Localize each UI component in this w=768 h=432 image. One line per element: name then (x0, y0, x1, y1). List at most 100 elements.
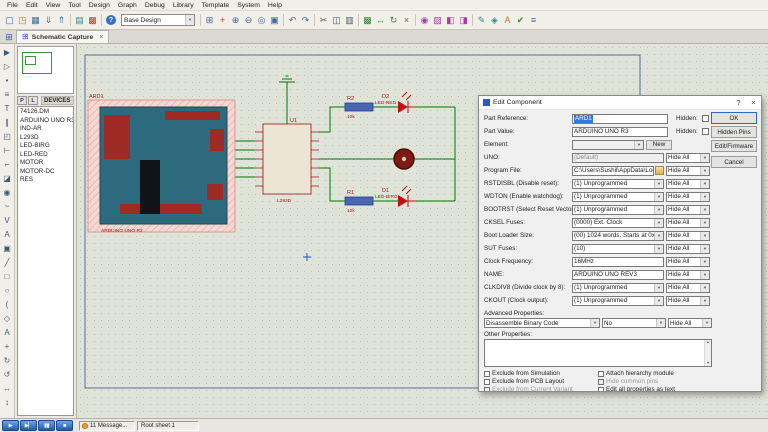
resistor-r2[interactable]: R2 10k (344, 96, 374, 120)
new-project-icon[interactable]: ▢ (4, 14, 15, 27)
stop-button[interactable]: ■ (56, 420, 73, 431)
component-mode-icon[interactable]: ▷ (1, 60, 14, 73)
voltage-probe-mode-icon[interactable]: V (1, 214, 14, 227)
undo-icon[interactable]: ↶ (287, 14, 298, 27)
property-value-select[interactable]: (00) 1024 words. Starts at 0x1C00▾ (572, 230, 664, 241)
2d-path-mode-icon[interactable]: ◇ (1, 312, 14, 325)
scroll-down-icon[interactable]: ▼ (706, 361, 709, 366)
redo-icon[interactable]: ↷ (300, 14, 311, 27)
advanced-property-select[interactable]: Disassemble Binary Code ▾ (484, 318, 600, 328)
2d-arc-mode-icon[interactable]: ( (1, 298, 14, 311)
close-icon[interactable]: × (99, 34, 103, 41)
save-project-icon[interactable]: ▦ (30, 14, 41, 27)
menu-item[interactable]: Help (264, 2, 286, 9)
arduino-component[interactable]: ARD1 ARDUINO UNO R3 (87, 94, 236, 234)
2d-circle-mode-icon[interactable]: ○ (1, 284, 14, 297)
property-value-select[interactable]: (1) Unprogrammed ▾ (572, 282, 664, 293)
selection-mode-icon[interactable]: ▶ (1, 46, 14, 59)
device-list-item[interactable]: 74126.DM (18, 108, 73, 117)
hide-all-select[interactable]: Hide All ▾ (666, 178, 710, 189)
pick-parts-icon[interactable]: ◉ (419, 14, 430, 27)
dialog-checkbox[interactable]: Attach hierarchy module (598, 370, 712, 377)
ground-terminal[interactable] (279, 75, 295, 124)
dialog-checkbox[interactable]: Edit all properties as text (598, 386, 712, 391)
part-value-input[interactable]: ARDUINO UNO R3 (572, 126, 668, 137)
property-value-select[interactable]: (1) Unprogrammed ▾ (572, 204, 664, 215)
mark-output-area-icon[interactable]: ▩ (87, 14, 98, 27)
motor-component[interactable] (393, 148, 415, 170)
element-select[interactable]: ▾ (572, 139, 644, 150)
browse-button[interactable] (655, 166, 664, 175)
packaging-tool-icon[interactable]: ◧ (445, 14, 456, 27)
hidden-reference-checkbox[interactable] (701, 115, 709, 122)
import-project-icon[interactable]: ⇓ (43, 14, 54, 27)
resistor-r1[interactable]: R1 10k (344, 190, 374, 214)
ok-button[interactable]: OK (711, 112, 757, 124)
zoom-in-icon[interactable]: ⊕ (230, 14, 241, 27)
dialog-checkbox[interactable]: Exclude from Current Variant (484, 386, 598, 391)
print-icon[interactable]: ▤ (74, 14, 85, 27)
other-properties-textarea[interactable]: ▲ ▼ (484, 339, 712, 367)
property-value-select[interactable]: (1) Unprogrammed ▾ (572, 295, 664, 306)
close-icon[interactable]: × (746, 96, 761, 109)
device-pins-mode-icon[interactable]: ⌐ (1, 158, 14, 171)
toggle-grid-icon[interactable]: ⊞ (204, 14, 215, 27)
bill-of-materials-icon[interactable]: A (502, 14, 513, 27)
x-mirror-icon[interactable]: ↔ (1, 382, 14, 395)
copy-icon[interactable]: ◫ (331, 14, 342, 27)
property-value-select[interactable]: 16MHz▾ (572, 256, 664, 267)
hide-all-select[interactable]: Hide All ▾ (666, 269, 710, 280)
block-copy-icon[interactable]: ▩ (362, 14, 373, 27)
2d-text-mode-icon[interactable]: A (1, 326, 14, 339)
help-icon[interactable]: ? (106, 15, 116, 25)
overview-window[interactable] (17, 46, 74, 94)
hide-all-select[interactable]: Hide All ▾ (666, 243, 710, 254)
zoom-to-area-icon[interactable]: ▣ (269, 14, 280, 27)
design-selector-combo[interactable]: Base Design ▾ (121, 14, 195, 26)
checkbox-box[interactable] (598, 370, 604, 377)
hide-all-select[interactable]: Hide All ▾ (666, 191, 710, 202)
hide-all-select[interactable]: Hide All ▾ (666, 217, 710, 228)
2d-box-mode-icon[interactable]: □ (1, 270, 14, 283)
decompose-icon[interactable]: ◨ (458, 14, 469, 27)
pause-button[interactable]: ▮▮ (38, 420, 55, 431)
property-value-select[interactable]: ARDUINO UNO REV3▾ (572, 269, 664, 280)
menu-item[interactable]: Design (85, 2, 114, 9)
device-list-item[interactable]: MOTOR-DC (18, 168, 73, 177)
checkbox-box[interactable] (484, 378, 490, 385)
tape-recorder-mode-icon[interactable]: ◉ (1, 186, 14, 199)
tab-schematic-capture[interactable]: ⊞ Schematic Capture × (16, 30, 110, 43)
open-project-icon[interactable]: ◳ (17, 14, 28, 27)
paste-icon[interactable]: ▥ (344, 14, 355, 27)
menu-item[interactable]: System (233, 2, 264, 9)
block-rotate-icon[interactable]: ↻ (388, 14, 399, 27)
marker-mode-icon[interactable]: + (1, 340, 14, 353)
menu-item[interactable]: Template (198, 2, 234, 9)
wire[interactable] (319, 106, 456, 202)
menu-item[interactable]: File (3, 2, 22, 9)
device-list-item[interactable]: LED-BIRG (18, 142, 73, 151)
menu-item[interactable]: Edit (22, 2, 42, 9)
wire-label-mode-icon[interactable]: ≡ (1, 88, 14, 101)
hide-all-select[interactable]: Hide All ▾ (666, 204, 710, 215)
property-value-select[interactable]: (1) Unprogrammed ▾ (572, 191, 664, 202)
hide-all-select[interactable]: Hide All ▾ (666, 256, 710, 267)
export-project-icon[interactable]: ⇑ (56, 14, 67, 27)
hide-all-select[interactable]: Hide All ▾ (666, 295, 710, 306)
make-device-icon[interactable]: ▨ (432, 14, 443, 27)
property-value-select[interactable]: (1) Unprogrammed ▾ (572, 178, 664, 189)
scroll-up-icon[interactable]: ▲ (706, 340, 709, 345)
menu-item[interactable]: Library (169, 2, 198, 9)
cut-icon[interactable]: ✂ (318, 14, 329, 27)
hidden-value-checkbox[interactable] (701, 128, 709, 135)
menu-item[interactable]: Tool (64, 2, 84, 9)
menu-item[interactable]: Debug (141, 2, 169, 9)
terminals-mode-icon[interactable]: ⊢ (1, 144, 14, 157)
property-value-select[interactable]: (Default)▾ (572, 152, 664, 163)
led-d2[interactable]: D2 LED-RED (375, 91, 416, 113)
led-d1[interactable]: D1 LED-BIRG (375, 185, 416, 207)
message-panel[interactable]: 11 Message... (79, 420, 135, 431)
checkbox-box[interactable] (598, 378, 604, 385)
hide-all-select[interactable]: Hide All ▾ (666, 230, 710, 241)
rotate-anticlockwise-icon[interactable]: ↺ (1, 368, 14, 381)
